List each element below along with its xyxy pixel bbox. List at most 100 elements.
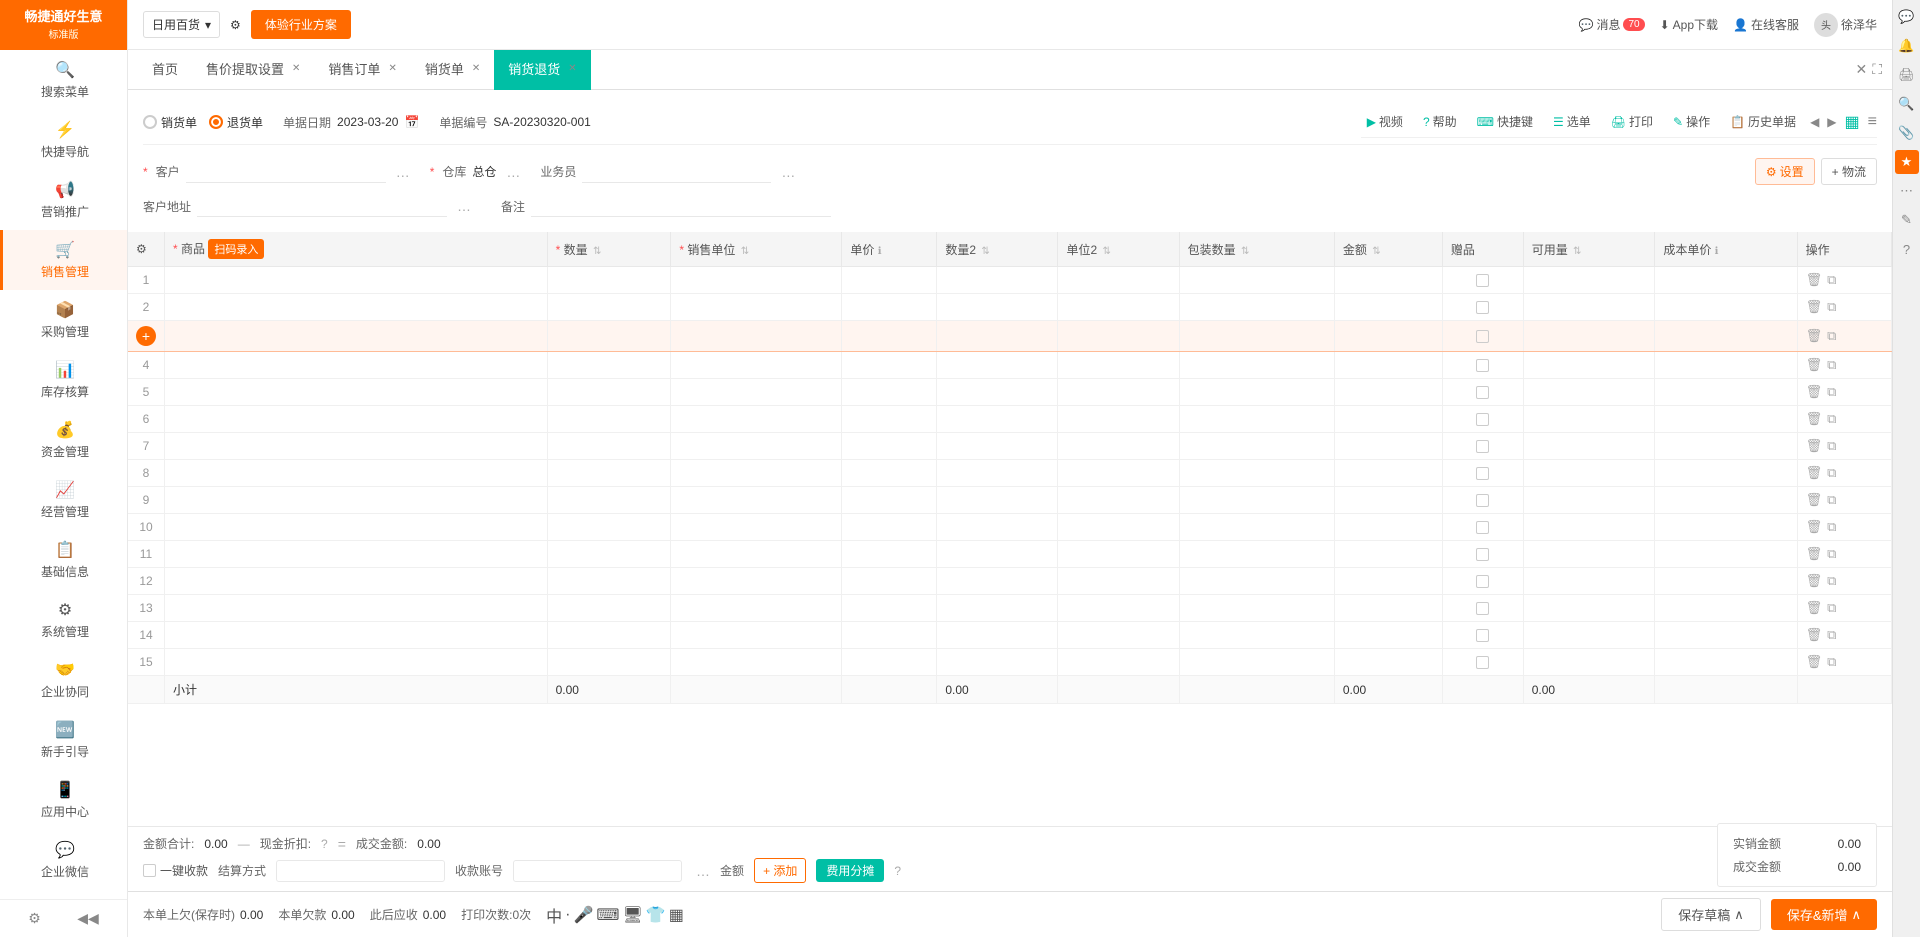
cell-gift-10[interactable] <box>1442 514 1523 541</box>
experience-btn[interactable]: 体验行业方案 <box>251 10 351 39</box>
rp-icon-3[interactable]: 🖨 <box>1895 63 1919 87</box>
customer-input[interactable] <box>186 161 386 183</box>
cell-avail-4[interactable] <box>1523 352 1655 379</box>
settings-gear-icon[interactable]: ⚙ <box>230 18 241 32</box>
cell-qty2-9[interactable] <box>937 487 1058 514</box>
cell-unit2-12[interactable] <box>1058 568 1179 595</box>
account-input[interactable] <box>513 860 682 882</box>
sidebar-item-12[interactable]: 📱应用中心 <box>0 770 127 830</box>
sidebar-item-4[interactable]: 📦采购管理 <box>0 290 127 350</box>
cell-product-6[interactable] <box>165 406 548 433</box>
cell-avail-3[interactable] <box>1523 321 1655 352</box>
cell-product-11[interactable] <box>165 541 548 568</box>
delete-icon-12[interactable]: 🗑 <box>1806 573 1823 589</box>
tab-close-3[interactable]: ✕ <box>472 63 480 74</box>
cell-product-3[interactable] <box>165 321 548 352</box>
cell-cost-9[interactable] <box>1655 487 1797 514</box>
cell-price-2[interactable] <box>842 294 937 321</box>
account-more-icon[interactable]: … <box>696 863 710 879</box>
delete-icon-15[interactable]: 🗑 <box>1806 654 1823 670</box>
cell-product-13[interactable] <box>165 595 548 622</box>
sidebar-item-0[interactable]: 🔍搜索菜单 <box>0 50 127 110</box>
pack-sort-icon[interactable]: ⇅ <box>1241 246 1249 257</box>
cell-amount-7[interactable] <box>1334 433 1442 460</box>
cell-avail-9[interactable] <box>1523 487 1655 514</box>
cell-price-12[interactable] <box>842 568 937 595</box>
app-download-btn[interactable]: ⬇ App下载 <box>1660 16 1718 33</box>
cell-unit2-6[interactable] <box>1058 406 1179 433</box>
toolbar-operation[interactable]: ✎ 操作 <box>1667 110 1716 133</box>
tab-销货退货[interactable]: 销货退货✕ <box>494 50 590 90</box>
cell-pack-5[interactable] <box>1179 379 1334 406</box>
copy-icon-2[interactable]: ⧉ <box>1827 299 1836 315</box>
sidebar-item-7[interactable]: 📈经营管理 <box>0 470 127 530</box>
cell-avail-11[interactable] <box>1523 541 1655 568</box>
user-profile-btn[interactable]: 头 徐泽华 <box>1814 13 1877 37</box>
settings-icon[interactable]: ⚙ <box>28 910 41 927</box>
calc-method-input[interactable] <box>276 860 445 882</box>
rp-icon-5[interactable]: 📎 <box>1895 121 1919 145</box>
product-input-4[interactable] <box>173 358 539 373</box>
cell-gift-5[interactable] <box>1442 379 1523 406</box>
rp-icon-8[interactable]: ✎ <box>1895 208 1919 232</box>
delete-icon-6[interactable]: 🗑 <box>1806 411 1823 427</box>
copy-icon-14[interactable]: ⧉ <box>1827 627 1836 643</box>
cell-amount-1[interactable] <box>1334 267 1442 294</box>
copy-icon-8[interactable]: ⧉ <box>1827 465 1836 481</box>
delete-icon-8[interactable]: 🗑 <box>1806 465 1823 481</box>
cell-pack-3[interactable] <box>1179 321 1334 352</box>
amount-sort-icon[interactable]: ⇅ <box>1372 246 1380 257</box>
cell-cost-6[interactable] <box>1655 406 1797 433</box>
cell-qty2-7[interactable] <box>937 433 1058 460</box>
sidebar-item-6[interactable]: 💰资金管理 <box>0 410 127 470</box>
tab-销售订单[interactable]: 销售订单✕ <box>314 50 410 90</box>
one-click-checkbox[interactable] <box>143 864 156 877</box>
toolbar-history[interactable]: 📋 历史单据 <box>1724 110 1802 133</box>
address-input[interactable] <box>197 195 447 217</box>
cell-price-7[interactable] <box>842 433 937 460</box>
cell-product-8[interactable] <box>165 460 548 487</box>
gift-checkbox-14[interactable] <box>1476 629 1489 642</box>
cell-cost-3[interactable] <box>1655 321 1797 352</box>
cell-unit2-3[interactable] <box>1058 321 1179 352</box>
one-click-payment-label[interactable]: 一键收款 <box>143 862 208 879</box>
cell-price-4[interactable] <box>842 352 937 379</box>
delete-icon-3[interactable]: 🗑 <box>1806 328 1823 344</box>
cell-avail-6[interactable] <box>1523 406 1655 433</box>
cell-price-6[interactable] <box>842 406 937 433</box>
delete-icon-13[interactable]: 🗑 <box>1806 600 1823 616</box>
cell-qty2-10[interactable] <box>937 514 1058 541</box>
radio-return[interactable]: 退货单 <box>209 114 263 131</box>
cell-price-11[interactable] <box>842 541 937 568</box>
cell-unit-5[interactable] <box>671 379 842 406</box>
taskbar-icon-5[interactable]: 🖥 <box>622 905 642 925</box>
cell-unit2-9[interactable] <box>1058 487 1179 514</box>
cell-product-9[interactable] <box>165 487 548 514</box>
cell-unit-2[interactable] <box>671 294 842 321</box>
cell-avail-8[interactable] <box>1523 460 1655 487</box>
taskbar-icon-1[interactable]: 中 <box>546 903 562 927</box>
cell-amount-4[interactable] <box>1334 352 1442 379</box>
copy-icon-9[interactable]: ⧉ <box>1827 492 1836 508</box>
cell-avail-15[interactable] <box>1523 649 1655 676</box>
product-input-9[interactable] <box>173 493 539 508</box>
delete-icon-1[interactable]: 🗑 <box>1806 272 1823 288</box>
cell-unit-13[interactable] <box>671 595 842 622</box>
cell-qty-10[interactable] <box>547 514 671 541</box>
cell-amount-5[interactable] <box>1334 379 1442 406</box>
calendar-icon[interactable]: 📅 <box>404 115 419 129</box>
cell-amount-8[interactable] <box>1334 460 1442 487</box>
cell-price-10[interactable] <box>842 514 937 541</box>
cell-unit-8[interactable] <box>671 460 842 487</box>
cell-product-2[interactable] <box>165 294 548 321</box>
gift-checkbox-5[interactable] <box>1476 386 1489 399</box>
cell-unit2-14[interactable] <box>1058 622 1179 649</box>
cell-gift-1[interactable] <box>1442 267 1523 294</box>
cell-pack-10[interactable] <box>1179 514 1334 541</box>
cell-avail-2[interactable] <box>1523 294 1655 321</box>
cell-gift-9[interactable] <box>1442 487 1523 514</box>
cell-unit-6[interactable] <box>671 406 842 433</box>
cell-qty-3[interactable] <box>547 321 671 352</box>
taskbar-icon-6[interactable]: 👕 <box>646 905 666 925</box>
staff-more-icon[interactable]: … <box>781 164 795 180</box>
